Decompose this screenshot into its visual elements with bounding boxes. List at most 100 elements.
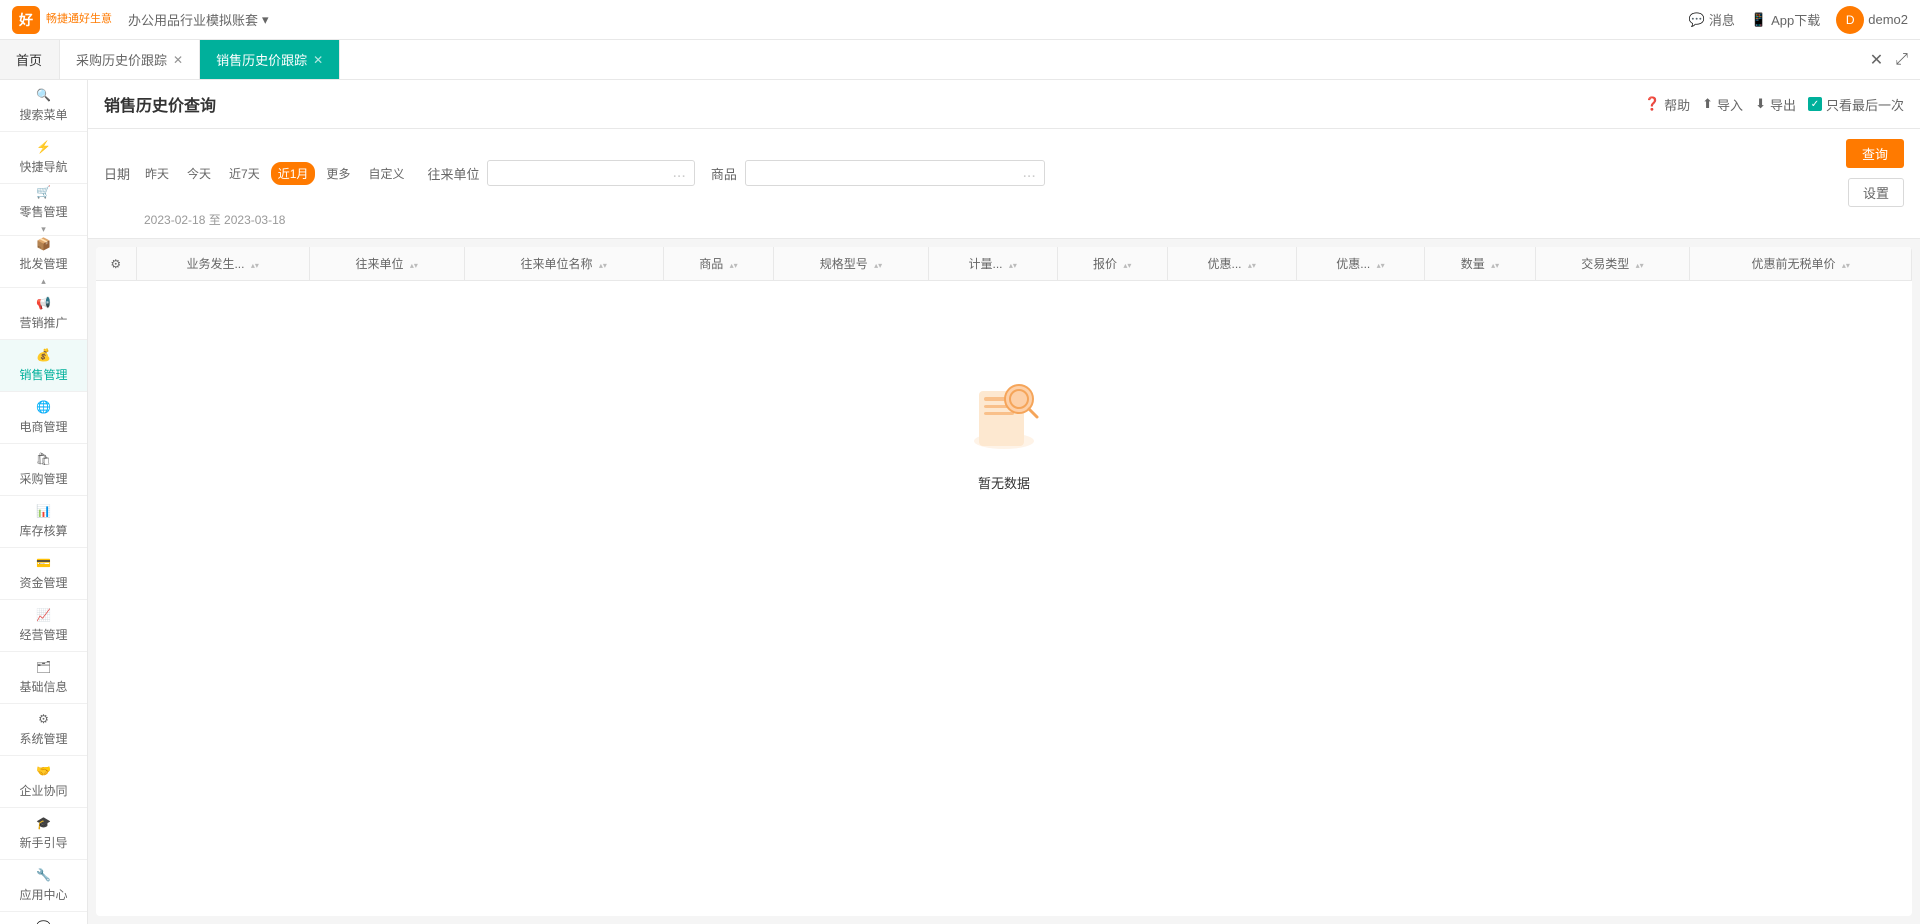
top-bar-left: 好 畅捷通好生意 办公用品行业模拟账套 ▾ [12,6,277,34]
app-download-button[interactable]: 📱 App下载 [1751,10,1820,29]
sidebar-item-system[interactable]: ⚙ 系统管理 [0,704,87,756]
date-btn-today[interactable]: 今天 [180,162,218,185]
sidebar-item-marketing[interactable]: 📢 营销推广 [0,288,87,340]
sidebar-item-guide[interactable]: 🎓 新手引导 [0,808,87,860]
source-unit-picker-icon[interactable]: ... [672,164,685,182]
tab-actions: ✕ ⤢ [1858,40,1920,79]
tab-sales-label: 销售历史价跟踪 [216,50,307,69]
col-price[interactable]: 报价 ▴▾ [1057,247,1167,281]
col-discount1[interactable]: 优惠... ▴▾ [1167,247,1296,281]
query-button[interactable]: 查询 [1846,139,1904,168]
product-filter-group: 商品 ... [711,160,1045,186]
table-header: ⚙ 业务发生... ▴▾ 往来单位 ▴▾ 往来单位名称 [96,247,1912,281]
col-spec[interactable]: 规格型号 ▴▾ [774,247,929,281]
sort-arrows-unit: ▴▾ [1009,262,1017,270]
top-bar: 好 畅捷通好生意 办公用品行业模拟账套 ▾ 💬 消息 📱 App下载 D dem… [0,0,1920,40]
tab-purchase-close[interactable]: ✕ [173,53,183,67]
date-buttons: 昨天 今天 近7天 近1月 更多 自定义 [138,162,411,185]
sidebar-item-app-center[interactable]: 🔧 应用中心 [0,860,87,912]
col-biz-date[interactable]: 业务发生... ▴▾ [136,247,309,281]
help-button[interactable]: ❓ 帮助 [1644,95,1690,114]
tab-sales[interactable]: 销售历史价跟踪 ✕ [200,40,340,79]
sidebar-item-search[interactable]: 🔍 搜索菜单 [0,80,87,132]
sidebar-item-label: 销售管理 [19,366,67,383]
filter-row: 日期 昨天 今天 近7天 近1月 更多 自定义 往来单位 ... [104,139,1904,207]
tab-sales-close[interactable]: ✕ [313,53,323,67]
sidebar-item-retail[interactable]: 🛒 零售管理 ▾ [0,184,87,236]
date-btn-1month[interactable]: 近1月 [271,162,316,185]
sidebar-item-quick-nav[interactable]: ⚡ 快捷导航 [0,132,87,184]
date-btn-more[interactable]: 更多 [319,162,357,185]
date-range-text: 2023-02-18 至 2023-03-18 [144,213,285,227]
setting-button[interactable]: 设置 [1848,178,1904,207]
sort-arrows-spec: ▴▾ [874,262,882,270]
sort-arrows-product: ▴▾ [730,262,738,270]
sidebar-item-label: 采购管理 [19,470,67,487]
purchase-icon: 🛍 [36,452,51,466]
col-discount1-label: 优惠... [1208,257,1242,271]
col-trade-type[interactable]: 交易类型 ▴▾ [1535,247,1690,281]
system-icon: ⚙ [38,712,49,726]
product-input[interactable] [754,166,1023,181]
sidebar-item-label: 营销推广 [19,314,67,331]
sidebar-item-sales[interactable]: 💰 销售管理 [0,340,87,392]
col-settings[interactable]: ⚙ [96,247,136,281]
date-btn-yesterday[interactable]: 昨天 [138,162,176,185]
guide-icon: 🎓 [36,816,51,830]
source-unit-filter-group: 往来单位 ... [427,160,694,186]
app-selector-dropdown[interactable]: 办公用品行业模拟账套 ▾ [120,6,277,33]
col-unit[interactable]: 计量... ▴▾ [928,247,1057,281]
tab-purchase[interactable]: 采购历史价跟踪 ✕ [60,40,200,79]
col-unit-name[interactable]: 往来单位名称 ▴▾ [464,247,663,281]
enterprise-icon: 🤝 [36,764,51,778]
sidebar-item-enterprise[interactable]: 🤝 企业协同 [0,756,87,808]
download-icon: 📱 [1751,12,1767,28]
source-unit-input[interactable] [496,166,672,181]
col-product-label: 商品 [699,257,723,271]
message-button[interactable]: 💬 消息 [1689,10,1735,29]
sidebar-item-inventory[interactable]: 📊 库存核算 [0,496,87,548]
sidebar-item-operations[interactable]: 📈 经营管理 [0,600,87,652]
tab-home[interactable]: 首页 [0,40,60,79]
date-btn-7days[interactable]: 近7天 [222,162,267,185]
main-layout: 🔍 搜索菜单 ⚡ 快捷导航 🛒 零售管理 ▾ 📦 批发管理 ▴ 📢 营销推广 💰… [0,80,1920,924]
col-qty[interactable]: 数量 ▴▾ [1425,247,1535,281]
sidebar-item-corp-wechat[interactable]: 💬 企业微信 [0,912,87,924]
sidebar-item-ecommerce[interactable]: 🌐 电商管理 [0,392,87,444]
export-button[interactable]: ⬇ 导出 [1755,95,1796,114]
col-unit-code[interactable]: 往来单位 ▴▾ [309,247,464,281]
import-button[interactable]: ⬆ 导入 [1702,95,1743,114]
arrow-up-icon: ▴ [41,276,46,287]
sort-arrows-discount2: ▴▾ [1377,262,1385,270]
sidebar-item-label: 搜索菜单 [19,106,67,123]
settings-icon[interactable]: ⚙ [110,257,121,271]
query-actions: 查询 设置 [1846,139,1904,207]
sort-arrows-qty: ▴▾ [1491,262,1499,270]
corpwechat-icon: 💬 [36,920,51,924]
date-btn-custom[interactable]: 自定义 [361,162,411,185]
only-last-checkbox[interactable]: ✓ 只看最后一次 [1808,95,1904,114]
window-close-button[interactable]: ✕ [1870,50,1883,70]
col-pretax-price[interactable]: 优惠前无税单价 ▴▾ [1690,247,1912,281]
col-product[interactable]: 商品 ▴▾ [663,247,773,281]
sidebar-item-label: 基础信息 [19,678,67,695]
top-bar-right: 💬 消息 📱 App下载 D demo2 [1689,6,1908,34]
sidebar-item-finance[interactable]: 💳 资金管理 [0,548,87,600]
user-menu[interactable]: D demo2 [1836,6,1908,34]
logo-area: 好 畅捷通好生意 [12,6,112,34]
empty-text: 暂无数据 [978,473,1030,492]
sidebar-item-purchase[interactable]: 🛍 采购管理 [0,444,87,496]
sidebar-item-wholesale[interactable]: 📦 批发管理 ▴ [0,236,87,288]
help-label: 帮助 [1664,95,1690,114]
window-maximize-button[interactable]: ⤢ [1895,51,1908,69]
sidebar-item-label: 应用中心 [19,886,67,903]
sidebar-item-basics[interactable]: 🗂 基础信息 [0,652,87,704]
page-actions: ❓ 帮助 ⬆ 导入 ⬇ 导出 ✓ 只看最后一次 [1644,95,1904,114]
import-icon: ⬆ [1702,96,1713,112]
sort-arrows-biz-date: ▴▾ [251,262,259,270]
product-picker-icon[interactable]: ... [1022,164,1035,182]
table-container: ⚙ 业务发生... ▴▾ 往来单位 ▴▾ 往来单位名称 [96,247,1912,916]
app-selector-label: 办公用品行业模拟账套 [128,10,258,29]
col-discount2[interactable]: 优惠... ▴▾ [1296,247,1425,281]
operations-icon: 📈 [36,608,51,622]
